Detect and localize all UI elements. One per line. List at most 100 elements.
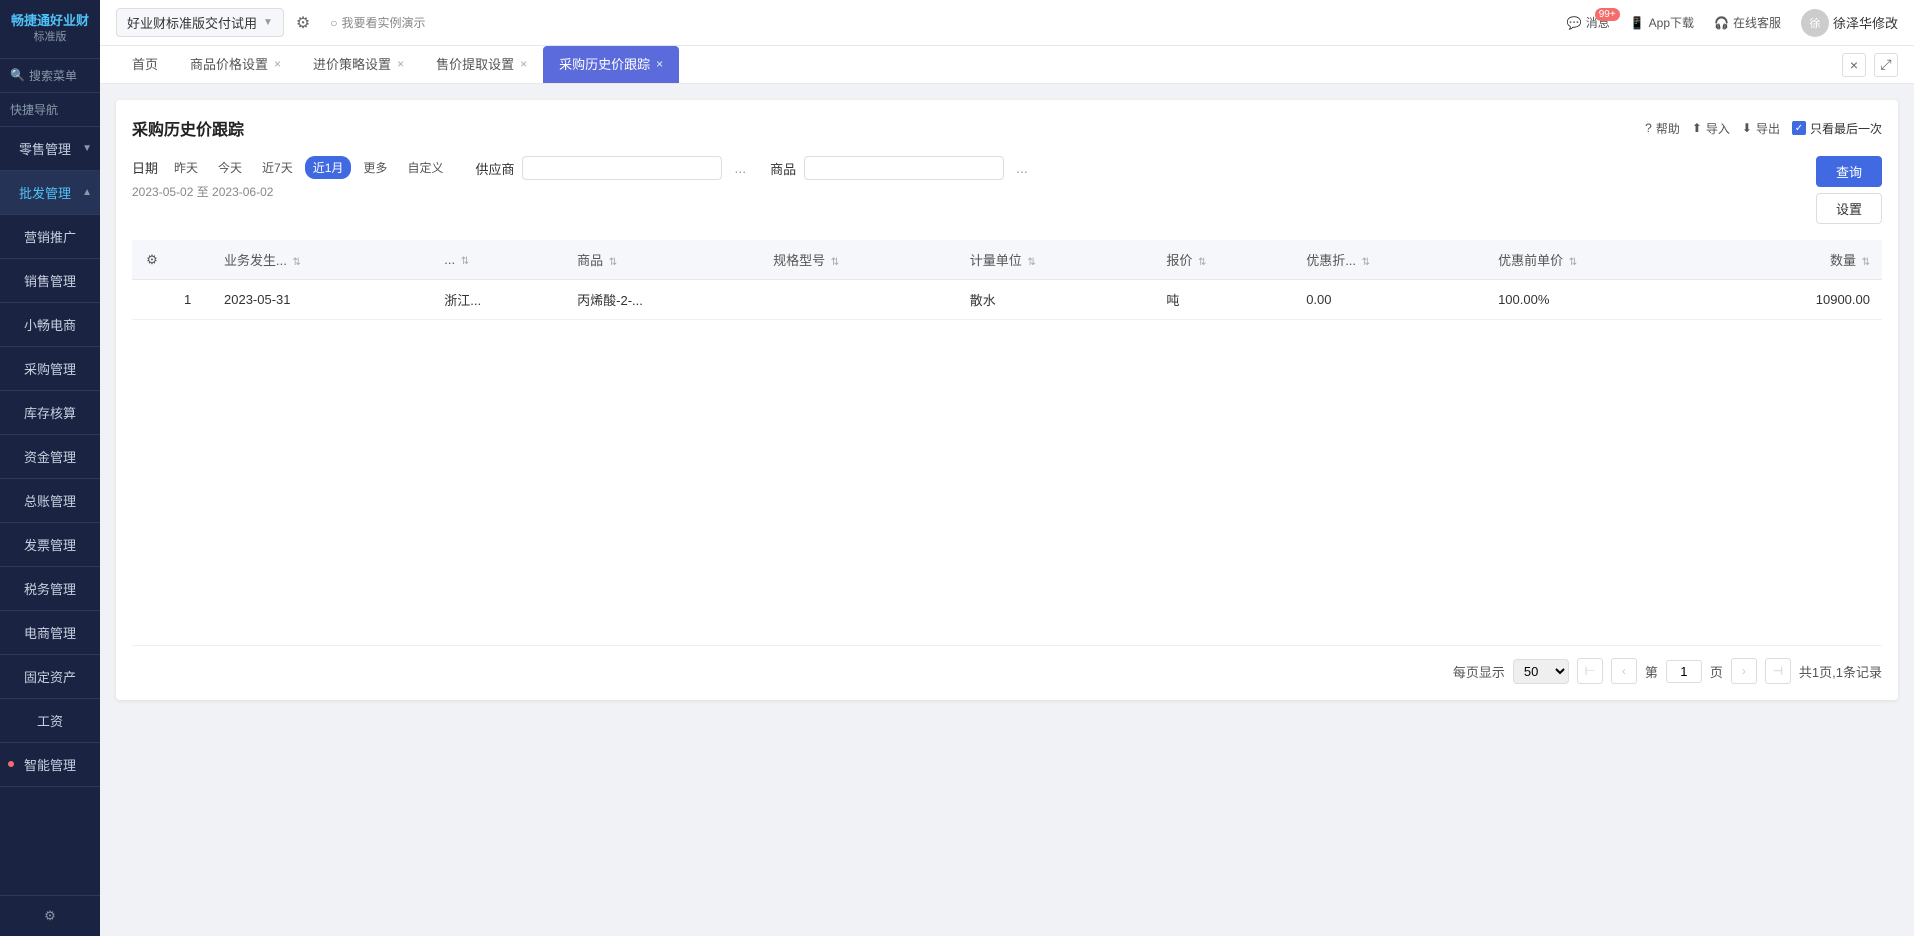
date-opt-1month[interactable]: 近1月: [305, 156, 352, 179]
page-last-btn[interactable]: ⊣: [1765, 658, 1791, 684]
sidebar-item-ecommerce-small[interactable]: 小畅电商: [0, 303, 100, 347]
tab-close-history-price[interactable]: ×: [656, 57, 663, 71]
page-size-select[interactable]: 50 10 20 100: [1513, 659, 1569, 684]
table-container: ⚙ 业务发生... ⇅ ... ⇅ 商品: [132, 240, 1882, 637]
sidebar-item-ledger[interactable]: 总账管理: [0, 479, 100, 523]
sort-icon: ⇅: [292, 257, 300, 268]
row-unit-cell: 散水: [958, 280, 1155, 320]
chevron-icon: ▲: [82, 187, 92, 198]
col-settings[interactable]: ⚙: [132, 240, 172, 280]
sidebar-item-retail[interactable]: 零售管理 ▼: [0, 127, 100, 171]
demo-link[interactable]: ○ 我要看实例演示: [330, 14, 425, 31]
date-opt-custom[interactable]: 自定义: [399, 156, 451, 179]
only-last-checkbox[interactable]: 只看最后一次: [1792, 120, 1882, 137]
sidebar-item-ecommerce[interactable]: 电商管理: [0, 611, 100, 655]
topbar-settings-btn[interactable]: ⚙: [296, 13, 310, 33]
page-first-btn[interactable]: ⊢: [1577, 658, 1603, 684]
sidebar-quicknav[interactable]: 快捷导航: [0, 93, 100, 127]
col-discount-price[interactable]: 优惠前单价 ⇅: [1486, 240, 1711, 280]
table-row: 1 2023-05-31 浙江... 丙烯酸-2-... 散水 吨 0.00 1…: [132, 280, 1882, 320]
sidebar-item-inventory[interactable]: 库存核算: [0, 391, 100, 435]
message-icon: 💬: [1567, 16, 1582, 30]
page-next-btn[interactable]: ›: [1731, 658, 1757, 684]
tab-expand-btn[interactable]: ⤢: [1874, 53, 1898, 77]
sidebar-search[interactable]: 🔍 搜索菜单: [0, 59, 100, 93]
page-prev-btn[interactable]: ‹: [1611, 658, 1637, 684]
date-opt-more[interactable]: 更多: [355, 156, 395, 179]
page-card: 采购历史价跟踪 ? 帮助 ⬆ 导入 ⬇ 导出: [116, 100, 1898, 700]
sidebar-settings-btn[interactable]: ⚙: [0, 895, 100, 936]
import-btn[interactable]: ⬆ 导入: [1692, 120, 1730, 137]
page-actions: ? 帮助 ⬆ 导入 ⬇ 导出 只看最后一次: [1645, 120, 1882, 137]
row-quote-cell: 吨: [1154, 280, 1294, 320]
supplier-input[interactable]: [522, 156, 722, 180]
col-product[interactable]: 商品 ⇅: [565, 240, 761, 280]
tab-home[interactable]: 首页: [116, 46, 174, 83]
user-profile-btn[interactable]: 徐 徐泽华修改: [1801, 9, 1898, 37]
date-opt-7days[interactable]: 近7天: [254, 156, 301, 179]
table-header-row: ⚙ 业务发生... ⇅ ... ⇅ 商品: [132, 240, 1882, 280]
online-service-btn[interactable]: 🎧 在线客服: [1714, 14, 1781, 31]
settings-button[interactable]: 设置: [1816, 193, 1882, 224]
sidebar-item-sales[interactable]: 销售管理: [0, 259, 100, 303]
col-spec[interactable]: 规格型号 ⇅: [761, 240, 958, 280]
sidebar-logo[interactable]: 畅捷通好业财 标准版: [0, 0, 100, 59]
tab-close-price[interactable]: ×: [274, 57, 281, 71]
page-size-label: 每页显示: [1453, 662, 1505, 681]
message-btn[interactable]: 💬 消息 99+: [1567, 14, 1610, 31]
sort-icon: ⇅: [1198, 257, 1206, 268]
checkbox-checked-icon: [1792, 121, 1806, 135]
sidebar-item-finance[interactable]: 资金管理: [0, 435, 100, 479]
pagination: 每页显示 50 10 20 100 ⊢ ‹ 第 页 › ⊣ 共1页,1条记录: [132, 645, 1882, 684]
product-more-btn[interactable]: ...: [1016, 160, 1028, 176]
version-selector[interactable]: 好业财标准版交付试用 ▼: [116, 8, 284, 37]
sidebar-item-payroll[interactable]: 工资: [0, 699, 100, 743]
tab-purchase-strategy[interactable]: 进价策略设置 ×: [297, 46, 420, 83]
page-total-label: 共1页,1条记录: [1799, 662, 1882, 681]
supplier-more-btn[interactable]: ...: [734, 160, 746, 176]
tab-sale-price[interactable]: 售价提取设置 ×: [420, 46, 543, 83]
product-filter-group: 商品 ...: [770, 156, 1028, 180]
tab-history-price[interactable]: 采购历史价跟踪 ×: [543, 46, 679, 83]
mobile-icon: 📱: [1630, 16, 1645, 30]
tab-price[interactable]: 商品价格设置 ×: [174, 46, 297, 83]
export-btn[interactable]: ⬇ 导出: [1742, 120, 1780, 137]
tab-close-btn[interactable]: ×: [1842, 53, 1866, 77]
message-badge: 99+: [1595, 8, 1620, 21]
col-unit[interactable]: 计量单位 ⇅: [958, 240, 1155, 280]
sidebar-item-assets[interactable]: 固定资产: [0, 655, 100, 699]
sidebar-item-purchase[interactable]: 采购管理: [0, 347, 100, 391]
chevron-icon: ▼: [82, 143, 92, 154]
sort-icon: ⇅: [1862, 257, 1870, 268]
col-business-date[interactable]: 业务发生... ⇅: [212, 240, 432, 280]
row-spec-cell: [761, 280, 958, 320]
play-icon: ○: [330, 16, 337, 30]
tab-close-purchase-strategy[interactable]: ×: [397, 57, 404, 71]
date-opt-yesterday[interactable]: 昨天: [166, 156, 206, 179]
page-unit-label: 页: [1710, 662, 1723, 681]
main-area: 好业财标准版交付试用 ▼ ⚙ ○ 我要看实例演示 💬 消息 99+ 📱 App下…: [100, 0, 1914, 936]
app-download-btn[interactable]: 📱 App下载: [1630, 14, 1694, 31]
sidebar-item-smart[interactable]: 智能管理: [0, 743, 100, 787]
col-more[interactable]: ... ⇅: [432, 240, 565, 280]
col-discount[interactable]: 优惠折... ⇅: [1294, 240, 1486, 280]
tab-close-sale-price[interactable]: ×: [520, 57, 527, 71]
sidebar-item-invoice[interactable]: 发票管理: [0, 523, 100, 567]
username-label: 徐泽华修改: [1833, 13, 1898, 32]
page-number-input[interactable]: [1666, 660, 1702, 683]
query-button[interactable]: 查询: [1816, 156, 1882, 187]
sidebar-item-tax[interactable]: 税务管理: [0, 567, 100, 611]
page-header: 采购历史价跟踪 ? 帮助 ⬆ 导入 ⬇ 导出: [132, 116, 1882, 140]
help-btn[interactable]: ? 帮助: [1645, 120, 1680, 137]
sort-icon: ⇅: [831, 257, 839, 268]
help-icon: ?: [1645, 121, 1652, 135]
sidebar-item-wholesale[interactable]: 批发管理 ▲: [0, 171, 100, 215]
row-index-cell: 1: [172, 280, 212, 320]
col-quantity[interactable]: 数量 ⇅: [1711, 240, 1882, 280]
sidebar-item-marketing[interactable]: 营销推广: [0, 215, 100, 259]
col-quote[interactable]: 报价 ⇅: [1154, 240, 1294, 280]
app-version: 标准版: [8, 30, 92, 45]
date-opt-today[interactable]: 今天: [210, 156, 250, 179]
product-input[interactable]: [804, 156, 1004, 180]
topbar: 好业财标准版交付试用 ▼ ⚙ ○ 我要看实例演示 💬 消息 99+ 📱 App下…: [100, 0, 1914, 46]
